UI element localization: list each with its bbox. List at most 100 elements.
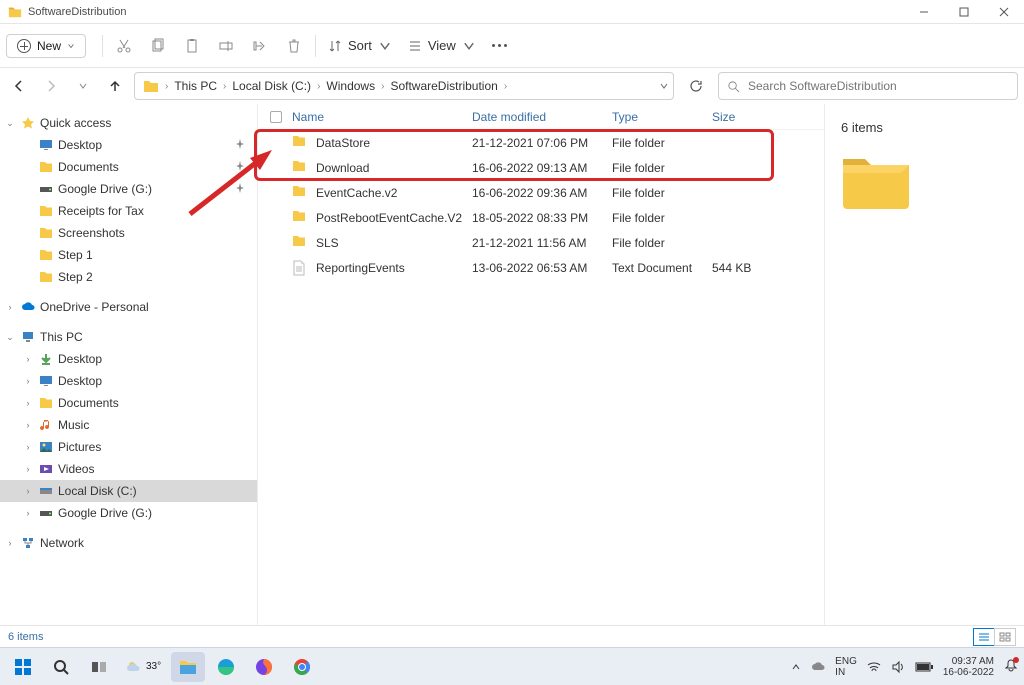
file-row[interactable]: DataStore21-12-2021 07:06 PMFile folder bbox=[258, 130, 824, 155]
more-button[interactable] bbox=[484, 44, 515, 47]
status-bar: 6 items bbox=[0, 625, 1024, 647]
wifi-icon[interactable] bbox=[867, 660, 881, 674]
breadcrumb-item[interactable]: Local Disk (C:) bbox=[228, 79, 315, 93]
sidebar-qa-item[interactable]: Google Drive (G:) bbox=[0, 178, 257, 200]
view-button[interactable]: View bbox=[400, 31, 484, 61]
select-all-checkbox[interactable] bbox=[270, 111, 282, 123]
sidebar-qa-item[interactable]: Step 1 bbox=[0, 244, 257, 266]
delete-button[interactable] bbox=[277, 31, 311, 61]
details-pane: 6 items bbox=[824, 104, 1024, 625]
sidebar-onedrive[interactable]: › OneDrive - Personal bbox=[0, 296, 257, 318]
window-title: SoftwareDistribution bbox=[28, 6, 126, 18]
file-date: 13-06-2022 06:53 AM bbox=[472, 261, 612, 275]
col-date[interactable]: Date modified bbox=[472, 110, 612, 124]
folder-icon bbox=[292, 135, 308, 151]
minimize-button[interactable] bbox=[904, 0, 944, 24]
sidebar-pc-item[interactable]: ›Videos bbox=[0, 458, 257, 480]
folder-icon bbox=[38, 395, 54, 411]
search-app[interactable] bbox=[44, 652, 78, 682]
address-bar[interactable]: › This PC › Local Disk (C:) › Windows › … bbox=[134, 72, 674, 100]
sidebar-item-label: Google Drive (G:) bbox=[58, 506, 152, 520]
forward-button[interactable] bbox=[38, 72, 64, 100]
tray-chevron-icon[interactable] bbox=[791, 662, 801, 672]
chevron-right-icon: › bbox=[221, 81, 228, 92]
folder-icon bbox=[38, 225, 54, 241]
sidebar-qa-item[interactable]: Desktop bbox=[0, 134, 257, 156]
col-type[interactable]: Type bbox=[612, 110, 712, 124]
back-button[interactable] bbox=[6, 72, 32, 100]
col-name[interactable]: Name bbox=[292, 110, 472, 124]
sidebar-pc-item[interactable]: ›Local Disk (C:) bbox=[0, 480, 257, 502]
sidebar-pc-item[interactable]: ›Pictures bbox=[0, 436, 257, 458]
cut-button[interactable] bbox=[107, 31, 141, 61]
chrome-app[interactable] bbox=[285, 652, 319, 682]
notifications-button[interactable] bbox=[1004, 658, 1018, 675]
file-type: Text Document bbox=[612, 261, 712, 275]
search-box[interactable] bbox=[718, 72, 1018, 100]
sidebar-qa-item[interactable]: Receipts for Tax bbox=[0, 200, 257, 222]
sidebar: ⌄ Quick access Desktop Documents Google Dr… bbox=[0, 104, 258, 625]
explorer-app[interactable] bbox=[171, 652, 205, 682]
sidebar-pc-item[interactable]: ›Google Drive (G:) bbox=[0, 502, 257, 524]
chevron-down-icon[interactable] bbox=[659, 81, 669, 91]
recent-button[interactable] bbox=[70, 72, 96, 100]
up-button[interactable] bbox=[102, 72, 128, 100]
share-button[interactable] bbox=[243, 31, 277, 61]
view-thumbnails-button[interactable] bbox=[994, 628, 1016, 646]
breadcrumb-item[interactable]: Windows bbox=[322, 79, 379, 93]
task-view-button[interactable] bbox=[82, 652, 116, 682]
breadcrumb-item[interactable]: This PC bbox=[170, 79, 221, 93]
file-row[interactable]: SLS21-12-2021 11:56 AMFile folder bbox=[258, 230, 824, 255]
weather-widget[interactable]: 33° bbox=[120, 652, 167, 682]
sidebar-pc-item[interactable]: ›Music bbox=[0, 414, 257, 436]
sidebar-network[interactable]: › Network bbox=[0, 532, 257, 554]
file-row[interactable]: ReportingEvents13-06-2022 06:53 AMText D… bbox=[258, 255, 824, 280]
network-icon bbox=[20, 535, 36, 551]
onedrive-tray-icon[interactable] bbox=[811, 660, 825, 674]
breadcrumb-item[interactable]: SoftwareDistribution bbox=[386, 79, 501, 93]
sidebar-pc-item[interactable]: ›Desktop bbox=[0, 348, 257, 370]
col-size[interactable]: Size bbox=[712, 110, 782, 124]
file-date: 21-12-2021 07:06 PM bbox=[472, 136, 612, 150]
firefox-app[interactable] bbox=[247, 652, 281, 682]
language-indicator[interactable]: ENGIN bbox=[835, 656, 857, 678]
refresh-button[interactable] bbox=[680, 72, 712, 100]
column-headers[interactable]: Name Date modified Type Size bbox=[258, 104, 824, 130]
title-bar: SoftwareDistribution bbox=[0, 0, 1024, 24]
view-details-button[interactable] bbox=[973, 628, 995, 646]
sidebar-pc-item[interactable]: ›Desktop bbox=[0, 370, 257, 392]
sidebar-quick-access[interactable]: ⌄ Quick access bbox=[0, 112, 257, 134]
file-row[interactable]: EventCache.v216-06-2022 09:36 AMFile fol… bbox=[258, 180, 824, 205]
sidebar-item-label: Documents bbox=[58, 160, 119, 174]
volume-icon[interactable] bbox=[891, 660, 905, 674]
sidebar-this-pc[interactable]: ⌄ This PC bbox=[0, 326, 257, 348]
maximize-button[interactable] bbox=[944, 0, 984, 24]
battery-icon[interactable] bbox=[915, 661, 933, 673]
edge-app[interactable] bbox=[209, 652, 243, 682]
rename-button[interactable] bbox=[209, 31, 243, 61]
file-type: File folder bbox=[612, 161, 712, 175]
file-row[interactable]: PostRebootEventCache.V218-05-2022 08:33 … bbox=[258, 205, 824, 230]
file-list: Name Date modified Type Size DataStore21… bbox=[258, 104, 824, 625]
clock[interactable]: 09:37 AM 16-06-2022 bbox=[943, 656, 994, 678]
sidebar-qa-item[interactable]: Screenshots bbox=[0, 222, 257, 244]
copy-button[interactable] bbox=[141, 31, 175, 61]
sidebar-qa-item[interactable]: Documents bbox=[0, 156, 257, 178]
search-input[interactable] bbox=[748, 79, 1009, 93]
start-button[interactable] bbox=[6, 652, 40, 682]
new-button[interactable]: New bbox=[6, 34, 86, 58]
desktop-icon bbox=[38, 373, 54, 389]
paste-button[interactable] bbox=[175, 31, 209, 61]
close-button[interactable] bbox=[984, 0, 1024, 24]
music-icon bbox=[38, 417, 54, 433]
sidebar-qa-item[interactable]: Step 2 bbox=[0, 266, 257, 288]
sort-button[interactable]: Sort bbox=[320, 31, 400, 61]
item-count: 6 items bbox=[841, 120, 1008, 135]
sidebar-pc-item[interactable]: ›Documents bbox=[0, 392, 257, 414]
plus-icon bbox=[17, 39, 31, 53]
file-row[interactable]: Download16-06-2022 09:13 AMFile folder bbox=[258, 155, 824, 180]
sidebar-item-label: Music bbox=[58, 418, 89, 432]
sidebar-item-label: Desktop bbox=[58, 374, 102, 388]
sidebar-item-label: Step 2 bbox=[58, 270, 93, 284]
sidebar-item-label: Documents bbox=[58, 396, 119, 410]
